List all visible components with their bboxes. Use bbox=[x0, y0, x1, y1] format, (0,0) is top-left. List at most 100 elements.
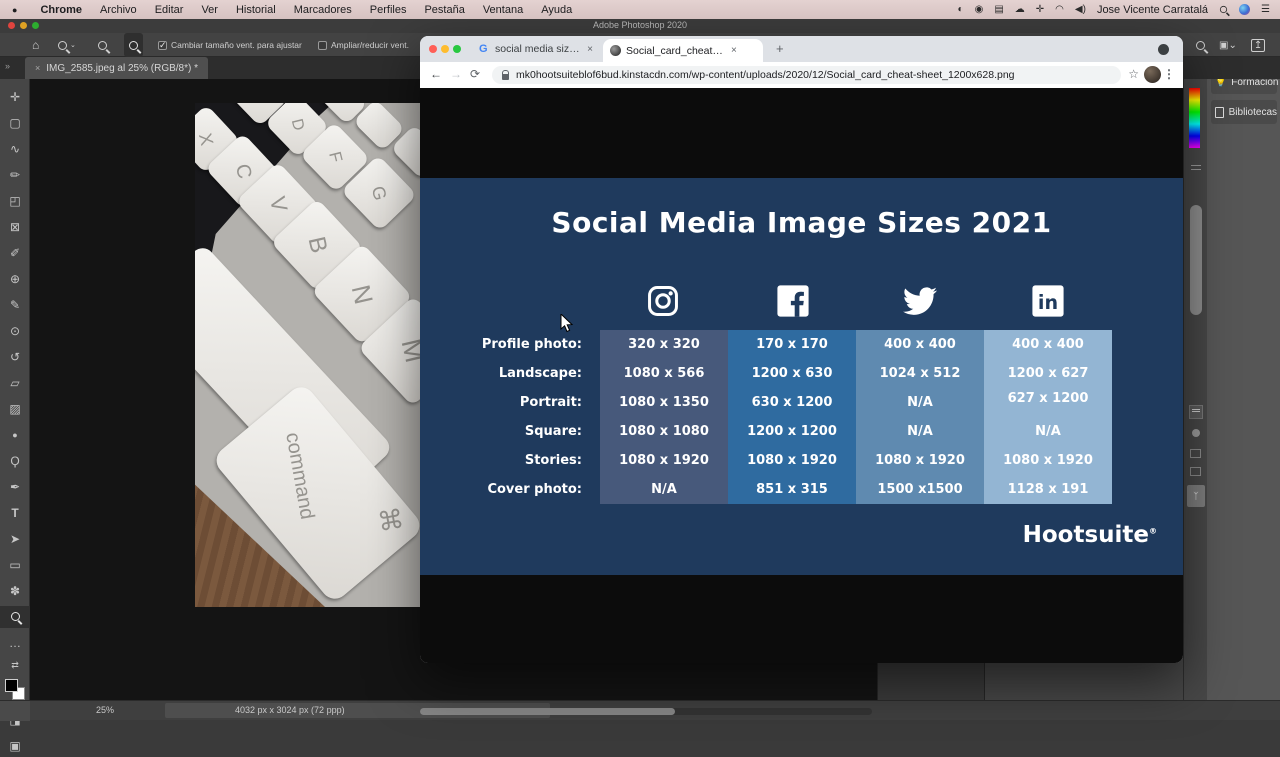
row-label: Portrait: bbox=[519, 395, 582, 410]
frame-tool-icon[interactable]: ⊠ bbox=[0, 216, 30, 238]
size-cell: 1128 x 191 bbox=[1007, 482, 1089, 497]
history-brush-tool-icon[interactable]: ↺ bbox=[0, 346, 30, 368]
menu-perfiles[interactable]: Perfiles bbox=[361, 4, 416, 16]
spotlight-search-icon[interactable] bbox=[1219, 5, 1228, 14]
chrome-close-button[interactable] bbox=[429, 45, 437, 53]
brush-tool-icon[interactable]: ✎ bbox=[0, 294, 30, 316]
ps-search-icon[interactable] bbox=[1196, 40, 1205, 50]
tab-strip-media-icon[interactable] bbox=[1158, 44, 1169, 55]
ps-close-button[interactable] bbox=[8, 22, 15, 29]
scrollbar-thumb[interactable] bbox=[420, 708, 675, 715]
camera-status-icon[interactable]: ◉ bbox=[975, 4, 984, 15]
panel-grip[interactable] bbox=[1191, 165, 1201, 170]
doc-tab-close-icon[interactable]: × bbox=[35, 63, 40, 73]
menu-editar[interactable]: Editar bbox=[146, 4, 193, 16]
layer-visibility-dot[interactable] bbox=[1192, 429, 1200, 437]
lock-option-box[interactable] bbox=[1190, 467, 1201, 476]
color-panel-spectrum[interactable] bbox=[1189, 88, 1200, 148]
menu-archivo[interactable]: Archivo bbox=[91, 4, 146, 16]
ps-document-tab[interactable]: × IMG_2585.jpeg al 25% (RGB/8*) * bbox=[25, 57, 209, 79]
screen-mode-icon[interactable]: ▣ bbox=[0, 735, 30, 757]
apple-menu-icon[interactable]: ● bbox=[12, 5, 17, 15]
fit-window-checkbox[interactable]: Cambiar tamaño vent. para ajustar bbox=[158, 33, 302, 57]
quick-selection-tool-icon[interactable]: ✏ bbox=[0, 164, 30, 186]
zoom-tool-icon[interactable] bbox=[0, 606, 30, 628]
tab-google-search[interactable]: G social media sizes 2021 - Búsq × bbox=[472, 36, 600, 62]
menu-ventana[interactable]: Ventana bbox=[474, 4, 532, 16]
dodge-tool-icon[interactable]: Ϙ bbox=[0, 450, 30, 472]
mouse-cursor bbox=[560, 314, 574, 333]
control-center-icon[interactable]: ☰ bbox=[1261, 4, 1270, 15]
pen-tool-icon[interactable]: ✒ bbox=[0, 476, 30, 498]
back-button[interactable]: ← bbox=[430, 67, 442, 81]
open-image-keyboard-photo[interactable]: S D F G X C V B N M ⌘ command bbox=[195, 103, 425, 607]
menu-pestana[interactable]: Pestaña bbox=[415, 4, 473, 16]
lock-option-box[interactable] bbox=[1190, 449, 1201, 458]
wifi-icon[interactable]: ◠ bbox=[1055, 4, 1064, 15]
bookmark-star-icon[interactable]: ☆ bbox=[1128, 67, 1139, 81]
resize-windows-checkbox[interactable]: Ampliar/reducir vent. bbox=[318, 33, 409, 57]
chrome-fullscreen-button[interactable] bbox=[453, 45, 461, 53]
hand-tool-icon[interactable]: ✽ bbox=[0, 580, 30, 602]
size-cell: 627 x 1200 bbox=[1007, 391, 1089, 406]
dock-collapse-icon[interactable]: » bbox=[5, 61, 10, 71]
profile-avatar[interactable] bbox=[1144, 66, 1161, 83]
panel-tab-bibliotecas[interactable]: Bibliotecas bbox=[1211, 100, 1277, 124]
workspace-switcher-icon[interactable]: ▣⌄ bbox=[1219, 40, 1237, 51]
siri-icon[interactable] bbox=[1239, 4, 1251, 15]
lasso-tool-icon[interactable]: ∿ bbox=[0, 138, 30, 160]
browser-viewport[interactable]: Social Media Image Sizes 2021 in Profile… bbox=[420, 88, 1183, 663]
gradient-tool-icon[interactable]: ▨ bbox=[0, 398, 30, 420]
zoom-tool-badge[interactable]: ⌄ bbox=[58, 33, 76, 57]
blur-tool-icon[interactable]: ● bbox=[0, 424, 30, 446]
image-favicon bbox=[610, 45, 621, 56]
eyedropper-tool-icon[interactable]: ✐ bbox=[0, 242, 30, 264]
ps-minimize-button[interactable] bbox=[20, 22, 27, 29]
printer-status-icon[interactable]: ▤ bbox=[994, 4, 1003, 15]
move-status-icon[interactable]: ✛ bbox=[1036, 4, 1044, 15]
foreground-color-swatch[interactable] bbox=[5, 679, 18, 692]
menu-ver[interactable]: Ver bbox=[192, 4, 227, 16]
move-tool-icon[interactable]: ✛ bbox=[0, 86, 30, 108]
https-lock-icon[interactable] bbox=[502, 69, 509, 80]
collapsed-panel-strip[interactable] bbox=[1190, 205, 1202, 315]
status-app-icon[interactable]: ◐ bbox=[958, 4, 964, 15]
shape-tool-icon[interactable]: ▭ bbox=[0, 554, 30, 576]
volume-icon[interactable]: ◀) bbox=[1075, 4, 1086, 15]
new-tab-button[interactable]: + bbox=[776, 41, 784, 56]
zoom-out-button[interactable] bbox=[124, 33, 143, 57]
tab-cheat-sheet-image[interactable]: Social_card_cheat-sheet_1200 × bbox=[603, 39, 763, 62]
zoom-in-button[interactable] bbox=[98, 33, 107, 57]
share-icon[interactable]: ↥ bbox=[1250, 38, 1266, 52]
url-text[interactable]: mk0hootsuiteblof6bud.kinstacdn.com/wp-co… bbox=[516, 69, 1015, 81]
zoom-level-field[interactable]: 25% bbox=[96, 705, 114, 715]
type-tool-icon[interactable]: T bbox=[0, 502, 30, 524]
row-label: Landscape: bbox=[498, 366, 582, 381]
canvas-horizontal-scrollbar[interactable] bbox=[420, 708, 872, 715]
brush-preset-thumb[interactable]: ᛉ bbox=[1187, 485, 1205, 507]
menu-app-name[interactable]: Chrome bbox=[31, 4, 91, 16]
reload-button[interactable]: ⟳ bbox=[470, 67, 480, 81]
menu-historial[interactable]: Historial bbox=[227, 4, 285, 16]
ps-zoom-button[interactable] bbox=[32, 22, 39, 29]
crop-tool-icon[interactable]: ◰ bbox=[0, 190, 30, 212]
path-selection-tool-icon[interactable]: ➤ bbox=[0, 528, 30, 550]
swap-colors-icon[interactable]: ⇄ bbox=[0, 654, 30, 676]
menu-marcadores[interactable]: Marcadores bbox=[285, 4, 361, 16]
marquee-tool-icon[interactable]: ▢ bbox=[0, 112, 30, 134]
panel-menu-box[interactable] bbox=[1189, 405, 1203, 419]
tab-close-icon[interactable]: × bbox=[587, 44, 593, 55]
healing-brush-tool-icon[interactable]: ⊕ bbox=[0, 268, 30, 290]
tab-close-icon[interactable]: × bbox=[731, 45, 737, 56]
creative-cloud-icon[interactable]: ☁ bbox=[1015, 4, 1025, 15]
chrome-menu-icon[interactable]: ⋮ bbox=[1163, 67, 1175, 81]
toolbar-ellipsis-icon[interactable]: … bbox=[0, 632, 30, 654]
clone-stamp-tool-icon[interactable]: ⊙ bbox=[0, 320, 30, 342]
home-icon[interactable]: ⌂ bbox=[32, 33, 39, 57]
forward-button[interactable]: → bbox=[450, 67, 462, 81]
menu-user-name[interactable]: Jose Vicente Carratalá bbox=[1097, 4, 1208, 16]
menu-ayuda[interactable]: Ayuda bbox=[532, 4, 581, 16]
eraser-tool-icon[interactable]: ▱ bbox=[0, 372, 30, 394]
chrome-minimize-button[interactable] bbox=[441, 45, 449, 53]
address-bar[interactable]: mk0hootsuiteblof6bud.kinstacdn.com/wp-co… bbox=[492, 66, 1121, 84]
